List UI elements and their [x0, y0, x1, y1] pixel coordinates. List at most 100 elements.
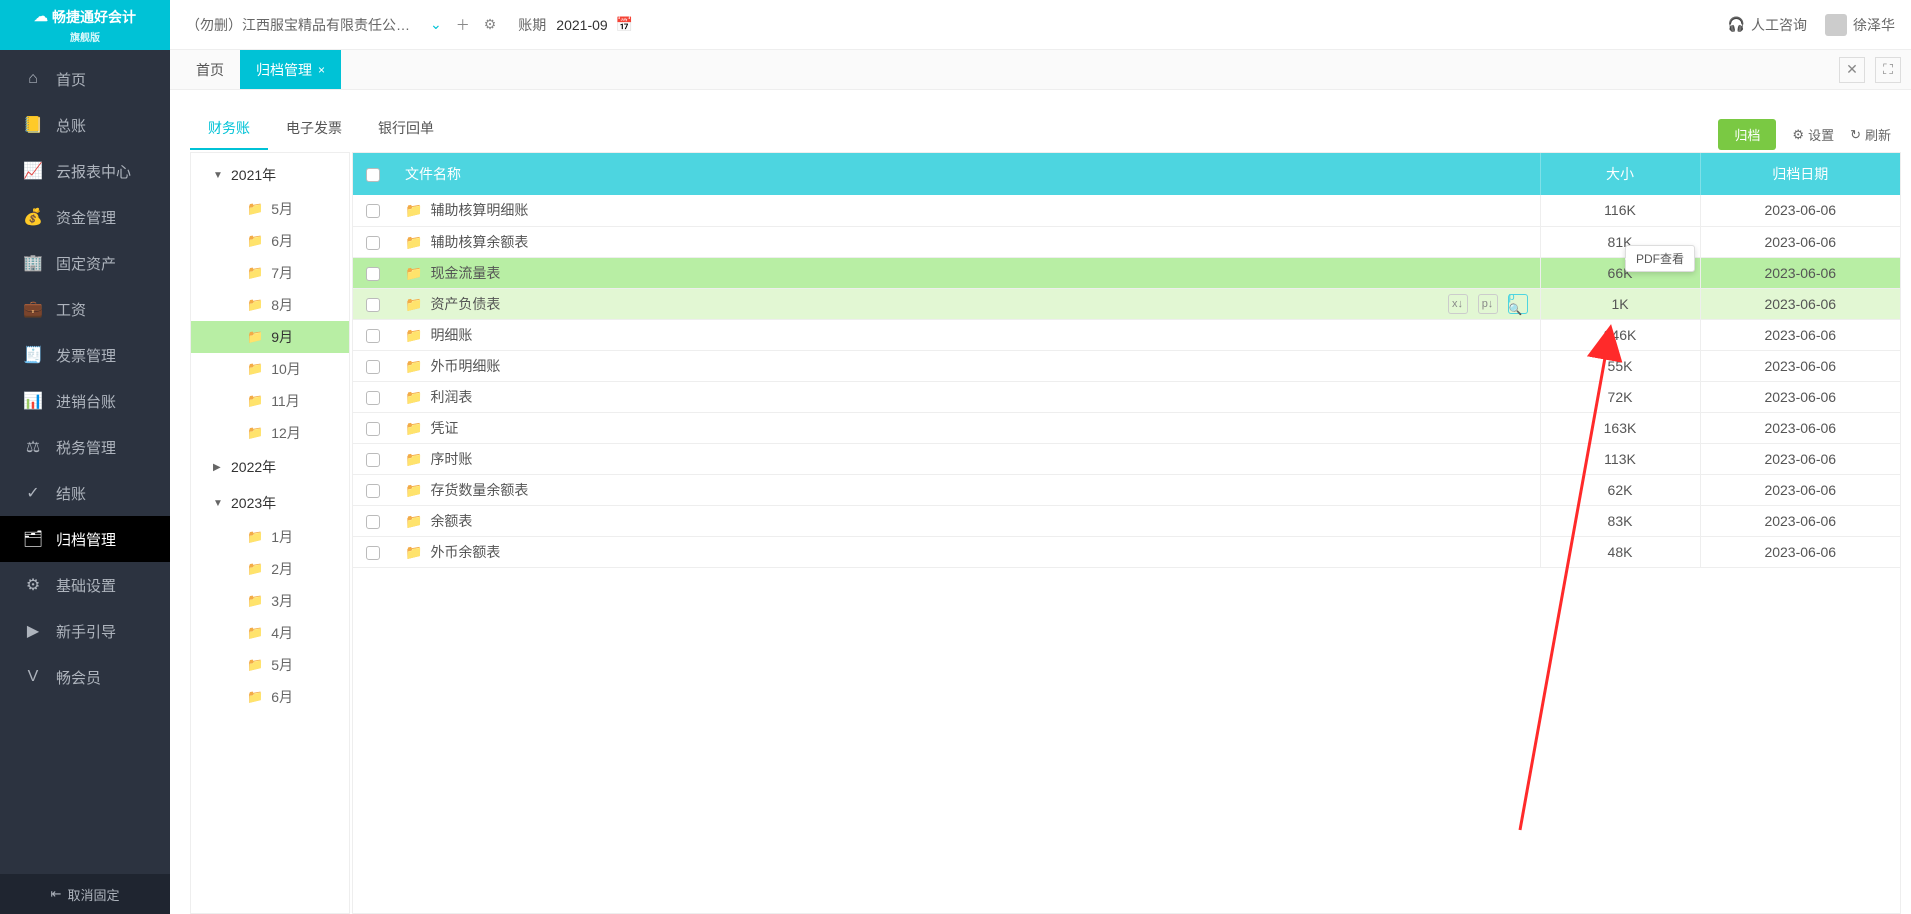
gear-icon: ⚙	[1792, 127, 1804, 143]
tab-归档管理[interactable]: 归档管理×	[240, 50, 341, 89]
row-checkbox[interactable]	[366, 391, 380, 405]
folder-icon: 📁	[247, 393, 263, 409]
folder-icon: 📁	[247, 201, 263, 217]
gear-icon[interactable]: ⚙	[484, 16, 497, 33]
row-checkbox[interactable]	[366, 484, 380, 498]
close-tab-icon[interactable]: ✕	[1839, 57, 1865, 83]
subtab-银行回单[interactable]: 银行回单	[360, 108, 452, 150]
row-checkbox[interactable]	[366, 267, 380, 281]
period-value[interactable]: 2021-09	[556, 17, 607, 33]
tree-month-5月[interactable]: 📁5月	[191, 193, 349, 225]
tree-year-2022年[interactable]: ▶2022年	[191, 449, 349, 485]
sidebar-item-label: 云报表中心	[56, 161, 131, 182]
excel-download-icon[interactable]: x↓	[1448, 294, 1468, 314]
row-checkbox[interactable]	[366, 422, 380, 436]
sidebar-item-新手引导[interactable]: ▶新手引导	[0, 608, 170, 654]
menu-icon: ▶	[24, 622, 42, 640]
consult-button[interactable]: 🎧人工咨询	[1728, 15, 1807, 35]
row-checkbox[interactable]	[366, 453, 380, 467]
unpin-button[interactable]: ⇤ 取消固定	[0, 874, 170, 914]
archive-button[interactable]: 归档	[1718, 119, 1776, 150]
row-checkbox[interactable]	[366, 236, 380, 250]
tree-month-12月[interactable]: 📁12月	[191, 417, 349, 449]
select-all-checkbox[interactable]	[366, 168, 380, 182]
tree-month-5月[interactable]: 📁5月	[191, 649, 349, 681]
folder-icon: 📁	[405, 358, 422, 374]
sub-header: 财务账电子发票银行回单 归档 ⚙设置 ↻刷新	[170, 110, 1911, 150]
col-date: 归档日期	[1700, 153, 1900, 195]
tree-month-8月[interactable]: 📁8月	[191, 289, 349, 321]
tree-month-3月[interactable]: 📁3月	[191, 585, 349, 617]
pdf-view-icon[interactable]: p🔍	[1508, 294, 1528, 314]
calendar-icon[interactable]: 📅	[616, 16, 633, 33]
sidebar-item-固定资产[interactable]: 🏢固定资产	[0, 240, 170, 286]
folder-icon: 📁	[247, 689, 263, 705]
company-select[interactable]: （勿删）江西服宝精品有限责任公司（...	[186, 15, 416, 35]
table-row[interactable]: 📁明细账 246K 2023-06-06	[353, 319, 1900, 350]
sidebar-item-结账[interactable]: ✓结账	[0, 470, 170, 516]
tree-month-11月[interactable]: 📁11月	[191, 385, 349, 417]
tree-month-6月[interactable]: 📁6月	[191, 225, 349, 257]
sidebar-item-首页[interactable]: ⌂首页	[0, 56, 170, 102]
folder-icon: 📁	[247, 265, 263, 281]
tree-month-6月[interactable]: 📁6月	[191, 681, 349, 713]
table-row[interactable]: 📁利润表 72K 2023-06-06	[353, 381, 1900, 412]
sidebar-item-工资[interactable]: 💼工资	[0, 286, 170, 332]
table-row[interactable]: 📁辅助核算明细账 116K 2023-06-06	[353, 195, 1900, 226]
row-checkbox[interactable]	[366, 546, 380, 560]
tree-year-2023年[interactable]: ▼2023年	[191, 485, 349, 521]
headset-icon: 🎧	[1728, 16, 1745, 33]
tree-month-9月[interactable]: 📁9月	[191, 321, 349, 353]
tree-month-10月[interactable]: 📁10月	[191, 353, 349, 385]
folder-icon: 📁	[405, 265, 422, 281]
sidebar-item-税务管理[interactable]: ⚖税务管理	[0, 424, 170, 470]
sidebar-item-云报表中心[interactable]: 📈云报表中心	[0, 148, 170, 194]
table-row[interactable]: 📁存货数量余额表 62K 2023-06-06	[353, 474, 1900, 505]
row-checkbox[interactable]	[366, 204, 380, 218]
table-row[interactable]: 📁凭证 163K 2023-06-06	[353, 412, 1900, 443]
folder-icon: 📁	[247, 329, 263, 345]
sidebar-item-基础设置[interactable]: ⚙基础设置	[0, 562, 170, 608]
sidebar-item-畅会员[interactable]: V畅会员	[0, 654, 170, 700]
user-menu[interactable]: 徐泽华	[1825, 14, 1895, 36]
menu-icon: ✓	[24, 484, 42, 502]
tree-month-1月[interactable]: 📁1月	[191, 521, 349, 553]
sidebar-item-归档管理[interactable]: 🗂归档管理	[0, 516, 170, 562]
pdf-download-icon[interactable]: p↓	[1478, 294, 1498, 314]
sidebar-item-资金管理[interactable]: 💰资金管理	[0, 194, 170, 240]
unpin-icon: ⇤	[51, 886, 62, 902]
table-row[interactable]: 📁资产负债表 x↓ p↓ p🔍 1K 2023-06-06	[353, 288, 1900, 319]
tree-month-7月[interactable]: 📁7月	[191, 257, 349, 289]
subtab-电子发票[interactable]: 电子发票	[268, 108, 360, 150]
tree-year-2021年[interactable]: ▼2021年	[191, 157, 349, 193]
row-checkbox[interactable]	[366, 329, 380, 343]
plus-icon[interactable]: ＋	[456, 15, 470, 35]
subtab-财务账[interactable]: 财务账	[190, 108, 268, 150]
tree-month-4月[interactable]: 📁4月	[191, 617, 349, 649]
folder-icon: 📁	[405, 202, 422, 218]
file-size: 48K	[1540, 536, 1700, 567]
table-row[interactable]: 📁外币明细账 55K 2023-06-06	[353, 350, 1900, 381]
menu-icon: ⚖	[24, 438, 42, 456]
refresh-button[interactable]: ↻刷新	[1850, 125, 1891, 144]
table-row[interactable]: 📁余额表 83K 2023-06-06	[353, 505, 1900, 536]
table-row[interactable]: 📁外币余额表 48K 2023-06-06	[353, 536, 1900, 567]
table-row[interactable]: 📁序时账 113K 2023-06-06	[353, 443, 1900, 474]
col-size: 大小	[1540, 153, 1700, 195]
close-icon[interactable]: ×	[318, 63, 325, 77]
row-checkbox[interactable]	[366, 515, 380, 529]
row-checkbox[interactable]	[366, 360, 380, 374]
tree-month-2月[interactable]: 📁2月	[191, 553, 349, 585]
chevron-down-icon[interactable]: ⌄	[430, 16, 442, 33]
sidebar-item-进销台账[interactable]: 📊进销台账	[0, 378, 170, 424]
sidebar-item-总账[interactable]: 📒总账	[0, 102, 170, 148]
archive-date: 2023-06-06	[1700, 381, 1900, 412]
tab-首页[interactable]: 首页	[180, 50, 240, 89]
tooltip-pdf-view: PDF查看	[1625, 245, 1695, 272]
row-checkbox[interactable]	[366, 298, 380, 312]
logo-text: 畅捷通好会计	[52, 7, 136, 27]
settings-button[interactable]: ⚙设置	[1792, 125, 1834, 144]
fullscreen-icon[interactable]: ⛶	[1875, 57, 1901, 83]
sidebar-item-发票管理[interactable]: 🧾发票管理	[0, 332, 170, 378]
cloud-icon: ☁	[34, 8, 48, 25]
